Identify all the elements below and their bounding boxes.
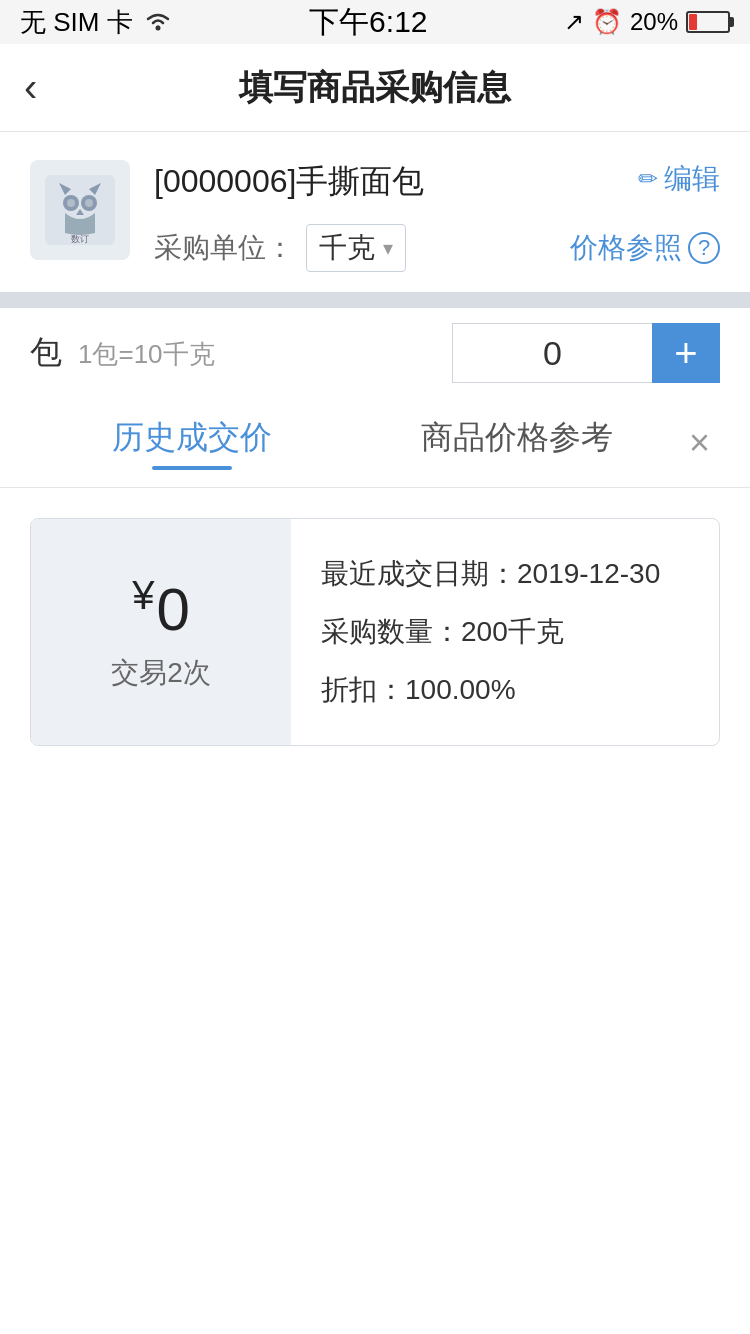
content-area xyxy=(0,776,750,1334)
edit-label: 编辑 xyxy=(664,160,720,198)
discount-row: 折扣：100.00% xyxy=(321,671,689,709)
bottom-panel: 历史成交价 商品价格参考 × ¥0 交易2次 最近成交日期：2019-12-30… xyxy=(0,398,750,1334)
tab-underline xyxy=(152,466,232,470)
status-right: ↗ ⏰ 20% xyxy=(564,8,730,36)
svg-point-0 xyxy=(155,25,160,30)
transaction-count: 交易2次 xyxy=(111,654,211,692)
price-ref-label: 价格参照 xyxy=(570,229,682,267)
edit-button[interactable]: ✏ 编辑 xyxy=(638,160,720,198)
recent-date-label: 最近成交日期： xyxy=(321,558,517,589)
product-image: 数订 xyxy=(45,175,115,245)
transaction-left: ¥0 交易2次 xyxy=(31,519,291,745)
unit-label: 采购单位： xyxy=(154,232,294,263)
discount-label: 折扣： xyxy=(321,674,405,705)
product-thumbnail: 数订 xyxy=(30,160,130,260)
close-button[interactable]: × xyxy=(679,422,720,464)
unit-value: 千克 xyxy=(319,229,375,267)
quantity-detail-value: 200千克 xyxy=(461,616,564,647)
svg-point-5 xyxy=(85,199,93,207)
location-icon: ↗ xyxy=(564,8,584,36)
quantity-conversion: 1包=10千克 xyxy=(78,337,215,372)
tab-historical-price[interactable]: 历史成交价 xyxy=(30,398,354,487)
product-info: [0000006]手撕面包 ✏ 编辑 采购单位： 千克 ▾ 价格参照 ? xyxy=(154,160,720,272)
back-button[interactable]: ‹ xyxy=(24,65,37,110)
quantity-detail-label: 采购数量： xyxy=(321,616,461,647)
carrier-text: 无 SIM 卡 xyxy=(20,5,133,40)
price-value: 0 xyxy=(156,576,189,643)
quantity-row: 包 1包=10千克 + xyxy=(0,308,750,398)
battery-percent: 20% xyxy=(630,8,678,36)
product-header: [0000006]手撕面包 ✏ 编辑 xyxy=(154,160,720,204)
recent-date-row: 最近成交日期：2019-12-30 xyxy=(321,555,689,593)
quantity-input[interactable] xyxy=(452,323,652,383)
status-bar: 无 SIM 卡 下午6:12 ↗ ⏰ 20% xyxy=(0,0,750,44)
battery-icon xyxy=(686,11,730,33)
currency-symbol: ¥ xyxy=(132,573,154,617)
discount-value: 100.00% xyxy=(405,674,516,705)
quantity-label-group: 包 1包=10千克 xyxy=(30,331,215,375)
status-carrier: 无 SIM 卡 xyxy=(20,5,173,40)
quantity-controls: + xyxy=(452,323,720,383)
unit-select-dropdown[interactable]: 千克 ▾ xyxy=(306,224,406,272)
help-icon: ? xyxy=(688,232,720,264)
transaction-price: ¥0 xyxy=(132,573,190,644)
recent-date-value: 2019-12-30 xyxy=(517,558,660,589)
svg-point-4 xyxy=(67,199,75,207)
chevron-down-icon: ▾ xyxy=(383,236,393,260)
wifi-icon xyxy=(143,7,173,38)
tabs-row: 历史成交价 商品价格参考 × xyxy=(0,398,750,488)
page-title: 填写商品采购信息 xyxy=(239,65,511,111)
unit-section: 采购单位： 千克 ▾ xyxy=(154,224,406,272)
tab2-label: 商品价格参考 xyxy=(421,416,613,460)
svg-text:数订: 数订 xyxy=(71,234,89,244)
product-logo: 数订 xyxy=(45,175,115,245)
nav-bar: ‹ 填写商品采购信息 xyxy=(0,44,750,132)
tab-price-reference[interactable]: 商品价格参考 xyxy=(354,398,678,487)
quantity-row-detail: 采购数量：200千克 xyxy=(321,613,689,651)
status-time: 下午6:12 xyxy=(309,2,427,43)
quantity-unit: 包 xyxy=(30,331,62,375)
quantity-plus-button[interactable]: + xyxy=(652,323,720,383)
product-name: [0000006]手撕面包 xyxy=(154,160,424,204)
product-card: 数订 [0000006]手撕面包 ✏ 编辑 采购单位： 千克 ▾ 价格参照 ? xyxy=(0,132,750,292)
price-ref-button[interactable]: 价格参照 ? xyxy=(570,229,720,267)
tab1-label: 历史成交价 xyxy=(112,416,272,460)
product-unit-row: 采购单位： 千克 ▾ 价格参照 ? xyxy=(154,224,720,272)
transaction-card: ¥0 交易2次 最近成交日期：2019-12-30 采购数量：200千克 折扣：… xyxy=(30,518,720,746)
alarm-icon: ⏰ xyxy=(592,8,622,36)
edit-icon: ✏ xyxy=(638,165,658,193)
gray-divider xyxy=(0,292,750,308)
transaction-right: 最近成交日期：2019-12-30 采购数量：200千克 折扣：100.00% xyxy=(291,519,719,745)
